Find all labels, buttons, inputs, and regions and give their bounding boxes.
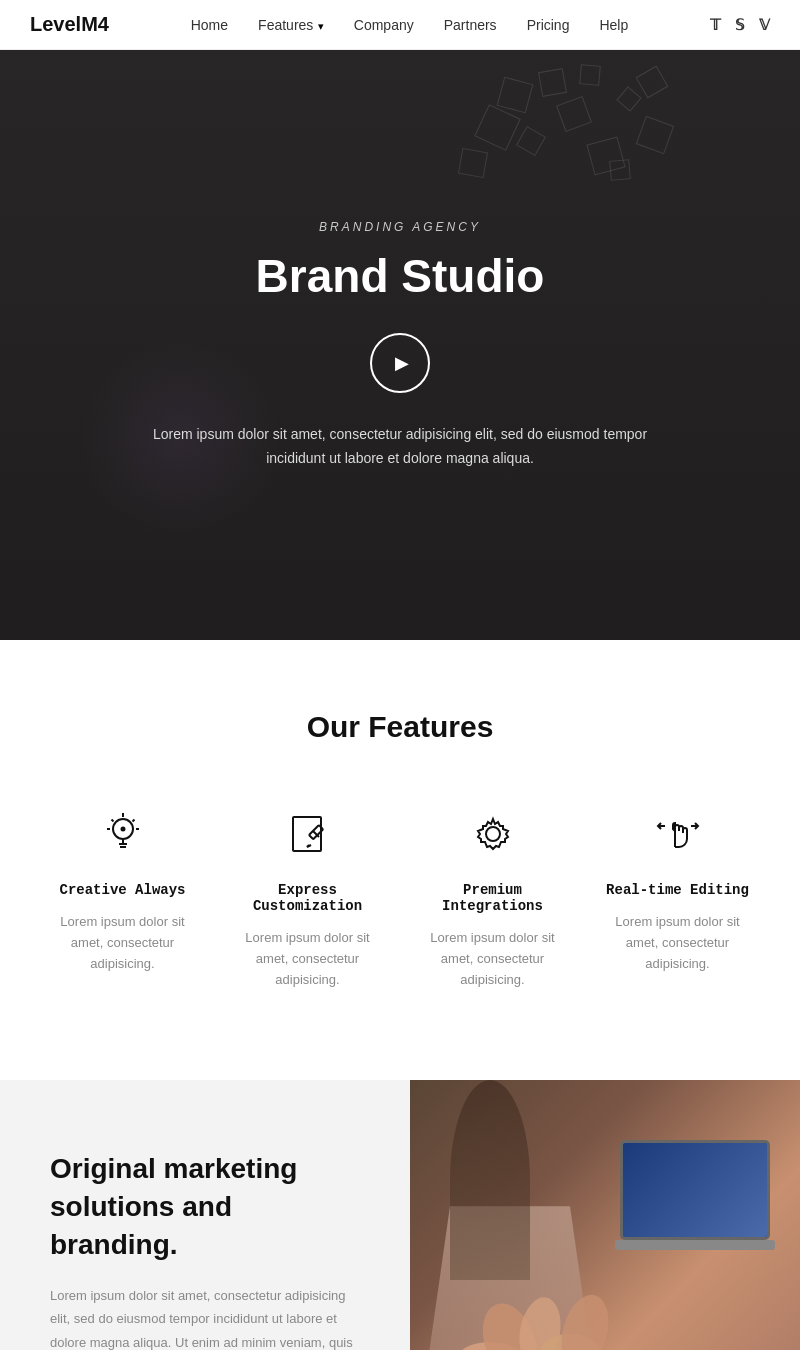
nav-link-features[interactable]: Features bbox=[258, 17, 313, 33]
play-button[interactable] bbox=[370, 333, 430, 393]
social-links: 𝕋 𝕊 𝕍 bbox=[710, 16, 770, 34]
svg-line-7 bbox=[111, 820, 113, 822]
nav-link-partners[interactable]: Partners bbox=[444, 17, 497, 33]
feature-realtime-desc: Lorem ipsum dolor sit amet, consectetur … bbox=[605, 912, 750, 974]
svg-point-9 bbox=[121, 828, 124, 831]
hero-subtitle: BRANDING AGENCY bbox=[150, 220, 650, 234]
marketing-section: Original marketing solutions and brandin… bbox=[0, 1080, 800, 1350]
svg-point-16 bbox=[486, 827, 500, 841]
nav-item-pricing[interactable]: Pricing bbox=[527, 16, 570, 34]
nav-link-help[interactable]: Help bbox=[599, 17, 628, 33]
hero-title: Brand Studio bbox=[150, 249, 650, 303]
nav-item-home[interactable]: Home bbox=[191, 16, 228, 34]
gear-icon bbox=[463, 804, 523, 864]
nav-item-partners[interactable]: Partners bbox=[444, 16, 497, 34]
twitter-icon[interactable]: 𝕋 bbox=[710, 16, 721, 34]
nav-item-help[interactable]: Help bbox=[599, 16, 628, 34]
feature-realtime-name: Real-time Editing bbox=[606, 882, 749, 898]
marketing-content: Original marketing solutions and brandin… bbox=[0, 1080, 410, 1350]
svg-line-8 bbox=[132, 820, 134, 822]
nav-item-features[interactable]: Features bbox=[258, 16, 324, 34]
features-grid: Creative Always Lorem ipsum dolor sit am… bbox=[40, 794, 760, 1000]
marketing-image bbox=[410, 1080, 800, 1350]
marketing-description: Lorem ipsum dolor sit amet, consectetur … bbox=[50, 1284, 360, 1350]
features-title: Our Features bbox=[40, 710, 760, 744]
feature-creative-name: Creative Always bbox=[59, 882, 185, 898]
brand-logo[interactable]: LevelM4 bbox=[30, 13, 109, 36]
laptop-screen bbox=[620, 1140, 770, 1240]
feature-express: Express Customization Lorem ipsum dolor … bbox=[225, 794, 390, 1000]
hands-gesture bbox=[430, 1242, 630, 1350]
features-section: Our Features bbox=[0, 640, 800, 1080]
skype-icon[interactable]: 𝕊 bbox=[735, 16, 745, 34]
feature-premium-desc: Lorem ipsum dolor sit amet, consectetur … bbox=[420, 928, 565, 990]
feature-express-desc: Lorem ipsum dolor sit amet, consectetur … bbox=[235, 928, 380, 990]
nav-link-company[interactable]: Company bbox=[354, 17, 414, 33]
feature-premium: Premium Integrations Lorem ipsum dolor s… bbox=[410, 794, 575, 1000]
edit-icon bbox=[278, 804, 338, 864]
feature-premium-name: Premium Integrations bbox=[420, 882, 565, 914]
touch-icon bbox=[648, 804, 708, 864]
navbar: LevelM4 Home Features Company Partners P… bbox=[0, 0, 800, 50]
feature-creative-desc: Lorem ipsum dolor sit amet, consectetur … bbox=[50, 912, 195, 974]
hero-content: BRANDING AGENCY Brand Studio Lorem ipsum… bbox=[110, 220, 690, 471]
nav-link-home[interactable]: Home bbox=[191, 17, 228, 33]
nav-item-company[interactable]: Company bbox=[354, 16, 414, 34]
svg-point-23 bbox=[554, 1290, 616, 1350]
laptop-base bbox=[615, 1240, 775, 1250]
lightbulb-icon bbox=[93, 804, 153, 864]
nav-links: Home Features Company Partners Pricing H… bbox=[191, 16, 629, 34]
feature-express-name: Express Customization bbox=[235, 882, 380, 914]
marketing-title: Original marketing solutions and brandin… bbox=[50, 1150, 360, 1263]
feature-creative: Creative Always Lorem ipsum dolor sit am… bbox=[40, 794, 205, 1000]
hero-section: BRANDING AGENCY Brand Studio Lorem ipsum… bbox=[0, 50, 800, 640]
hero-description: Lorem ipsum dolor sit amet, consectetur … bbox=[150, 423, 650, 471]
nav-link-pricing[interactable]: Pricing bbox=[527, 17, 570, 33]
vimeo-icon[interactable]: 𝕍 bbox=[759, 16, 770, 34]
feature-realtime: Real-time Editing Lorem ipsum dolor sit … bbox=[595, 794, 760, 1000]
